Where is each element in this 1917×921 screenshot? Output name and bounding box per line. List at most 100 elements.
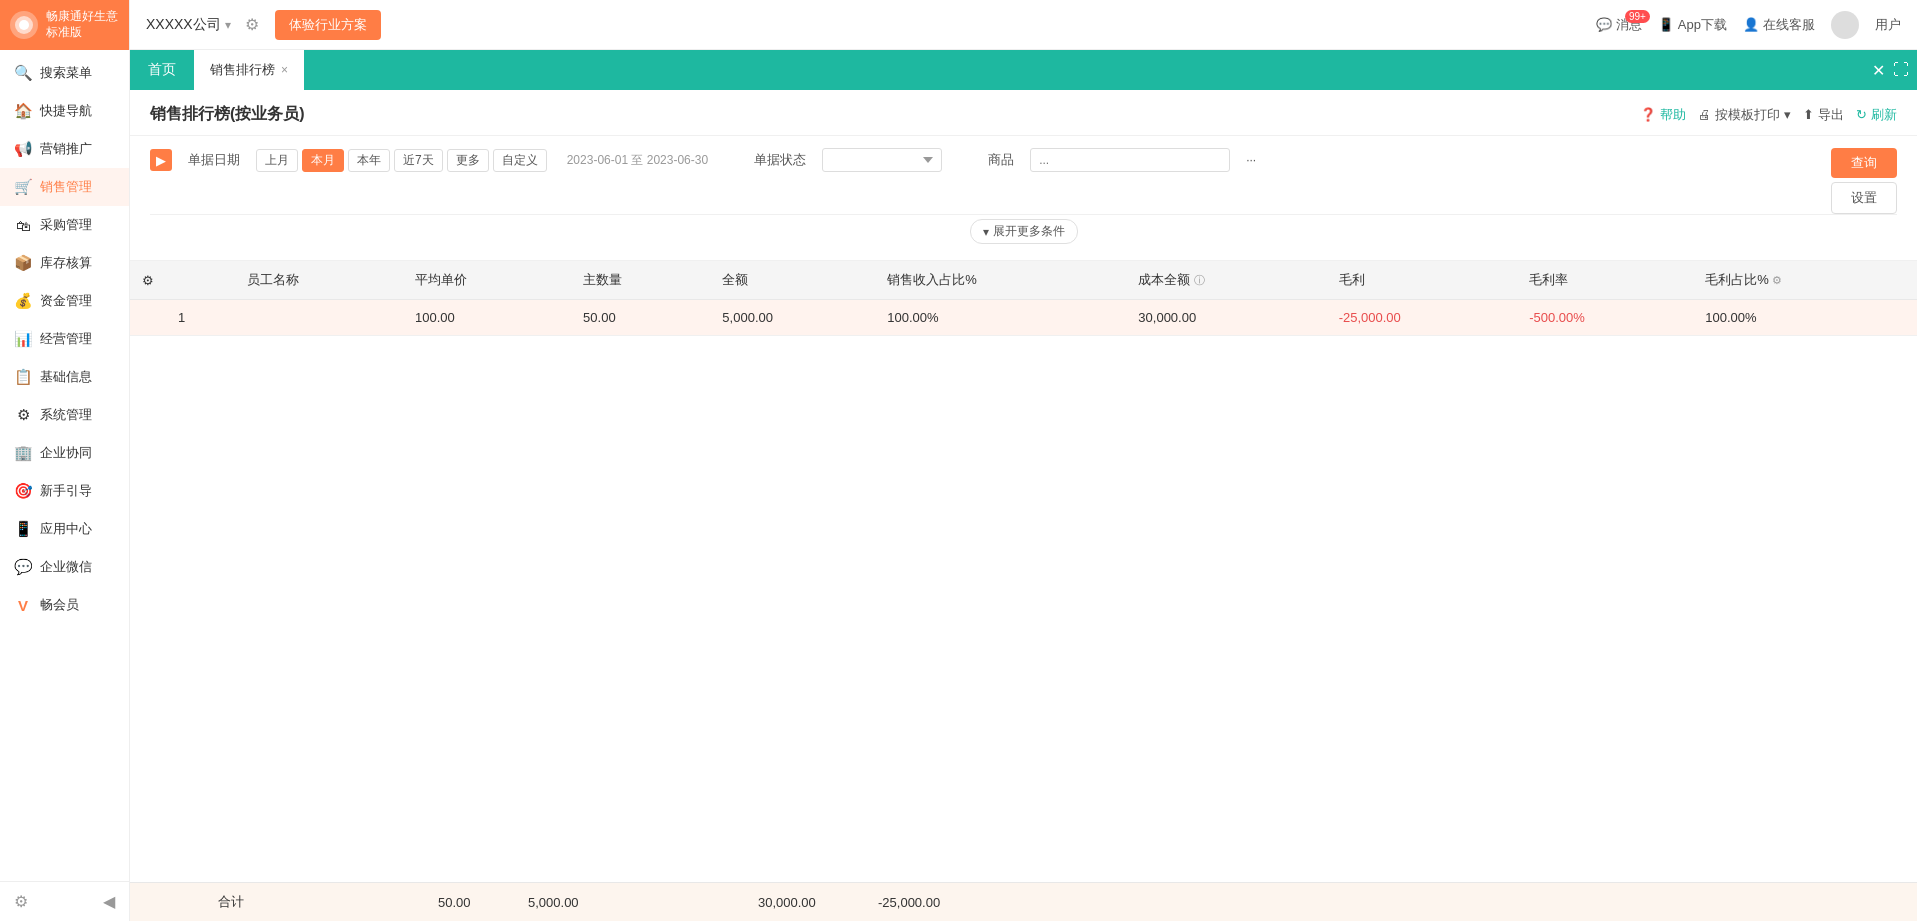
sidebar-item-wechat[interactable]: 💬 企业微信 bbox=[0, 548, 129, 586]
cell-amount: 5,000.00 bbox=[710, 300, 875, 336]
sales-icon: 🛒 bbox=[14, 178, 32, 196]
user-name: 用户 bbox=[1875, 16, 1901, 34]
sidebar-item-apps[interactable]: 📱 应用中心 bbox=[0, 510, 129, 548]
cell-cost: 30,000.00 bbox=[1126, 300, 1326, 336]
settings-button[interactable]: 设置 bbox=[1831, 182, 1897, 214]
help-icon: ❓ bbox=[1640, 107, 1656, 122]
col-rank bbox=[166, 261, 235, 300]
table-header-row: ⚙ 员工名称 平均单价 主数量 全额 销售收入占比% 成本全额 ⓘ 毛利 毛利率… bbox=[130, 261, 1917, 300]
avatar[interactable] bbox=[1831, 11, 1859, 39]
company-selector[interactable]: XXXXX公司 ▾ bbox=[146, 16, 231, 34]
sidebar-item-system[interactable]: ⚙ 系统管理 bbox=[0, 396, 129, 434]
tab-close-window-button[interactable]: ✕ bbox=[1872, 61, 1885, 80]
export-button[interactable]: ⬆ 导出 bbox=[1803, 106, 1844, 124]
topbar-gear-icon[interactable]: ⚙ bbox=[245, 15, 259, 34]
sidebar-item-sales[interactable]: 🛒 销售管理 bbox=[0, 168, 129, 206]
refresh-button[interactable]: ↻ 刷新 bbox=[1856, 106, 1897, 124]
page-title: 销售排行榜(按业务员) bbox=[150, 104, 305, 125]
goods-input[interactable] bbox=[1030, 148, 1230, 172]
col-qty: 主数量 bbox=[571, 261, 710, 300]
tab-home[interactable]: 首页 bbox=[130, 50, 194, 90]
sidebar-item-guide[interactable]: 🎯 新手引导 bbox=[0, 472, 129, 510]
date-range-text: 2023-06-01 至 2023-06-30 bbox=[567, 152, 708, 169]
tab-close-icon[interactable]: × bbox=[281, 63, 288, 77]
data-table: ⚙ 员工名称 平均单价 主数量 全额 销售收入占比% 成本全额 ⓘ 毛利 毛利率… bbox=[130, 261, 1917, 336]
apps-icon: 📱 bbox=[14, 520, 32, 538]
marketing-icon: 📢 bbox=[14, 140, 32, 158]
query-settings-col: 查询 设置 bbox=[1831, 148, 1897, 214]
cell-sales-ratio: 100.00% bbox=[875, 300, 1126, 336]
col-settings[interactable]: ⚙ bbox=[130, 261, 166, 300]
col-cost: 成本全额 ⓘ bbox=[1126, 261, 1326, 300]
date-btn-prev-month[interactable]: 上月 bbox=[256, 149, 298, 172]
sidebar-item-purchase[interactable]: 🛍 采购管理 bbox=[0, 206, 129, 244]
filter-expand-arrow[interactable]: ▶ bbox=[150, 149, 172, 171]
filter-row-1: ▶ 单据日期 上月 本月 本年 近7天 更多 自定义 2023-06-01 至 … bbox=[150, 148, 1815, 172]
sidebar-menu: 🔍 搜索菜单 🏠 快捷导航 📢 营销推广 🛒 销售管理 🛍 采购管理 📦 库存核… bbox=[0, 50, 129, 881]
table-row: 1 100.00 50.00 5,000.00 100.00% 30,000.0… bbox=[130, 300, 1917, 336]
page-header: 销售排行榜(按业务员) ❓ 帮助 🖨 按模板打印 ▾ ⬆ 导出 bbox=[130, 90, 1917, 136]
col-sales-ratio: 销售收入占比% bbox=[875, 261, 1126, 300]
message-icon: 💬 bbox=[1596, 17, 1612, 32]
tab-maximize-button[interactable]: ⛶ bbox=[1893, 61, 1909, 79]
app-download-item[interactable]: 📱 App下载 bbox=[1658, 16, 1727, 34]
filter-area: ▶ 单据日期 上月 本月 本年 近7天 更多 自定义 2023-06-01 至 … bbox=[130, 136, 1917, 261]
cell-settings bbox=[130, 300, 166, 336]
expand-conditions-button[interactable]: ▾ 展开更多条件 bbox=[970, 219, 1078, 244]
tab-bar: 首页 销售排行榜 × ✕ ⛶ bbox=[130, 50, 1917, 90]
collapse-sidebar-icon[interactable]: ◀ bbox=[103, 892, 115, 911]
col-avg-price: 平均单价 bbox=[403, 261, 571, 300]
home-icon: 🏠 bbox=[14, 102, 32, 120]
guide-icon: 🎯 bbox=[14, 482, 32, 500]
sidebar-item-quick-nav[interactable]: 🏠 快捷导航 bbox=[0, 92, 129, 130]
sidebar: 畅康通好生意 标准版 🔍 搜索菜单 🏠 快捷导航 📢 营销推广 🛒 销售管理 🛍… bbox=[0, 0, 130, 921]
print-icon: 🖨 bbox=[1698, 107, 1711, 122]
date-btn-more[interactable]: 更多 bbox=[447, 149, 489, 172]
help-button[interactable]: ❓ 帮助 bbox=[1640, 106, 1686, 124]
message-item[interactable]: 💬 消息 99+ bbox=[1596, 16, 1642, 34]
tab-sales-rank[interactable]: 销售排行榜 × bbox=[194, 50, 304, 90]
footer-amount: 5,000.00 bbox=[528, 895, 638, 910]
sidebar-item-operations[interactable]: 📊 经营管理 bbox=[0, 320, 129, 358]
sidebar-item-member[interactable]: V 畅会员 bbox=[0, 586, 129, 624]
date-btn-7days[interactable]: 近7天 bbox=[394, 149, 443, 172]
search-icon: 🔍 bbox=[14, 64, 32, 82]
chevron-down-icon: ▾ bbox=[225, 18, 231, 32]
svg-point-2 bbox=[19, 20, 29, 30]
cell-gross-rate: -500.00% bbox=[1517, 300, 1693, 336]
sidebar-item-enterprise[interactable]: 🏢 企业协同 bbox=[0, 434, 129, 472]
footer-cost: 30,000.00 bbox=[758, 895, 878, 910]
content-area: 销售排行榜(按业务员) ❓ 帮助 🖨 按模板打印 ▾ ⬆ 导出 bbox=[130, 90, 1917, 921]
tab-bar-actions: ✕ ⛶ bbox=[1872, 61, 1917, 80]
status-select[interactable] bbox=[822, 148, 942, 172]
member-icon: V bbox=[14, 597, 32, 614]
settings-footer-icon[interactable]: ⚙ bbox=[14, 892, 28, 911]
sidebar-item-search[interactable]: 🔍 搜索菜单 bbox=[0, 54, 129, 92]
date-btn-current-month[interactable]: 本月 bbox=[302, 149, 344, 172]
app-download-label: App下载 bbox=[1678, 16, 1727, 34]
sidebar-item-marketing[interactable]: 📢 营销推广 bbox=[0, 130, 129, 168]
topbar: XXXXX公司 ▾ ⚙ 体验行业方案 💬 消息 99+ 📱 App下载 👤 在线… bbox=[130, 0, 1917, 50]
date-btn-custom[interactable]: 自定义 bbox=[493, 149, 547, 172]
refresh-icon: ↻ bbox=[1856, 107, 1867, 122]
cell-avg-price: 100.00 bbox=[403, 300, 571, 336]
print-button[interactable]: 🖨 按模板打印 ▾ bbox=[1698, 106, 1791, 124]
goods-more-icon[interactable]: ··· bbox=[1246, 153, 1256, 167]
trial-button[interactable]: 体验行业方案 bbox=[275, 10, 381, 40]
sidebar-item-inventory[interactable]: 📦 库存核算 bbox=[0, 244, 129, 282]
date-filter-group: 上月 本月 本年 近7天 更多 自定义 bbox=[256, 149, 547, 172]
cell-qty: 50.00 bbox=[571, 300, 710, 336]
export-icon: ⬆ bbox=[1803, 107, 1814, 122]
print-chevron-icon: ▾ bbox=[1784, 107, 1791, 122]
cell-employee bbox=[235, 300, 403, 336]
company-name: XXXXX公司 bbox=[146, 16, 221, 34]
sidebar-item-finance[interactable]: 💰 资金管理 bbox=[0, 282, 129, 320]
query-button[interactable]: 查询 bbox=[1831, 148, 1897, 178]
online-service-item[interactable]: 👤 在线客服 bbox=[1743, 16, 1815, 34]
col-gross: 毛利 bbox=[1327, 261, 1518, 300]
logo-text: 畅康通好生意 标准版 bbox=[46, 9, 118, 40]
system-icon: ⚙ bbox=[14, 406, 32, 424]
sidebar-item-basic[interactable]: 📋 基础信息 bbox=[0, 358, 129, 396]
table-footer: 合计 50.00 5,000.00 30,000.00 -25,000.00 bbox=[130, 882, 1917, 921]
date-btn-year[interactable]: 本年 bbox=[348, 149, 390, 172]
